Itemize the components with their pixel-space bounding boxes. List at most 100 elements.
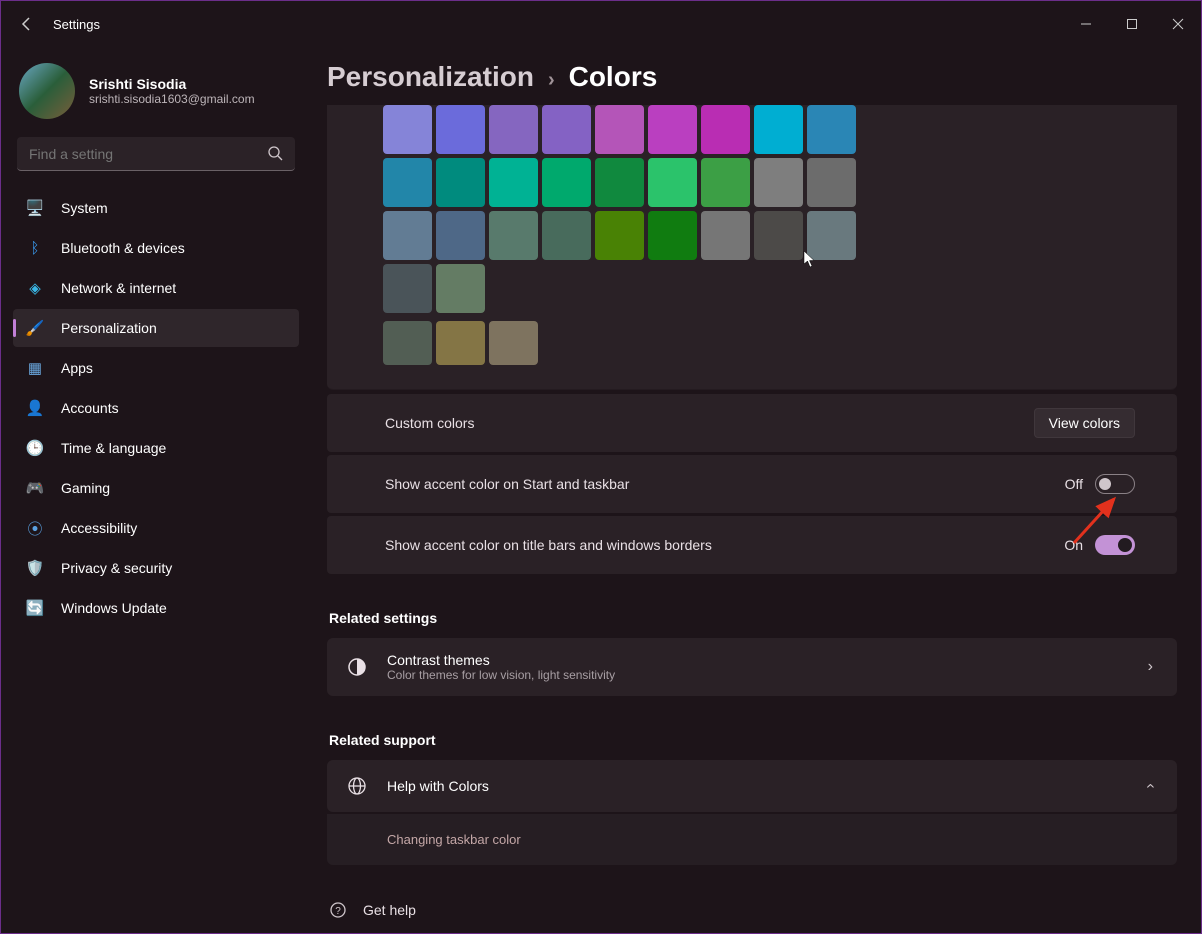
color-swatch[interactable] (489, 321, 538, 365)
color-swatch[interactable] (648, 105, 697, 154)
chevron-right-icon: › (548, 69, 555, 92)
sidebar-item-gaming[interactable]: 🎮Gaming (13, 469, 299, 507)
contrast-sub: Color themes for low vision, light sensi… (387, 668, 615, 682)
custom-colors-row: Custom colors View colors (327, 394, 1177, 452)
search-icon (267, 145, 283, 166)
color-swatch[interactable] (542, 211, 591, 260)
accent-title-row: Show accent color on title bars and wind… (327, 516, 1177, 574)
color-swatch[interactable] (436, 321, 485, 365)
display-icon: 🖥️ (25, 198, 45, 218)
accent-taskbar-row: Show accent color on Start and taskbar O… (327, 455, 1177, 513)
profile[interactable]: Srishti Sisodia srishti.sisodia1603@gmai… (13, 47, 299, 133)
sidebar-item-privacy[interactable]: 🛡️Privacy & security (13, 549, 299, 587)
contrast-icon (345, 655, 369, 679)
color-swatch[interactable] (754, 105, 803, 154)
color-swatch[interactable] (436, 158, 485, 207)
view-colors-button[interactable]: View colors (1034, 408, 1135, 438)
update-icon: 🔄 (25, 598, 45, 618)
accent-title-state: On (1064, 537, 1083, 553)
help-sub-link[interactable]: Changing taskbar color (327, 814, 1177, 865)
color-swatch[interactable] (436, 211, 485, 260)
color-swatch[interactable] (595, 211, 644, 260)
minimize-button[interactable] (1063, 8, 1109, 40)
color-swatch[interactable] (701, 105, 750, 154)
chevron-up-icon: › (1141, 783, 1159, 788)
gamepad-icon: 🎮 (25, 478, 45, 498)
color-swatch[interactable] (542, 158, 591, 207)
color-swatch[interactable] (489, 211, 538, 260)
color-swatch[interactable] (754, 211, 803, 260)
color-swatch[interactable] (383, 321, 432, 365)
shield-icon: 🛡️ (25, 558, 45, 578)
color-swatch[interactable] (807, 105, 856, 154)
sidebar: Srishti Sisodia srishti.sisodia1603@gmai… (1, 47, 311, 933)
svg-text:?: ? (335, 906, 341, 917)
help-colors-card[interactable]: Help with Colors › (327, 760, 1177, 812)
close-button[interactable] (1155, 8, 1201, 40)
back-button[interactable] (17, 14, 37, 34)
chevron-right-icon: › (1148, 658, 1153, 676)
color-swatch[interactable] (383, 264, 432, 313)
sidebar-item-time[interactable]: 🕒Time & language (13, 429, 299, 467)
accent-title-label: Show accent color on title bars and wind… (385, 537, 712, 553)
color-swatch[interactable] (383, 211, 432, 260)
contrast-title: Contrast themes (387, 652, 615, 668)
sidebar-item-system[interactable]: 🖥️System (13, 189, 299, 227)
accessibility-icon: ⦿ (25, 518, 45, 538)
color-swatch[interactable] (807, 211, 856, 260)
color-swatch[interactable] (489, 158, 538, 207)
help-colors-title: Help with Colors (387, 778, 489, 794)
bluetooth-icon: ᛒ (25, 238, 45, 258)
color-swatch[interactable] (595, 158, 644, 207)
search-box[interactable] (17, 137, 295, 171)
color-swatch[interactable] (807, 158, 856, 207)
search-input[interactable] (17, 137, 295, 171)
person-icon: 👤 (25, 398, 45, 418)
accent-taskbar-state: Off (1065, 476, 1083, 492)
clock-icon: 🕒 (25, 438, 45, 458)
color-swatch[interactable] (701, 158, 750, 207)
accent-taskbar-toggle[interactable] (1095, 474, 1135, 494)
help-icon: ? (329, 901, 347, 919)
sidebar-item-update[interactable]: 🔄Windows Update (13, 589, 299, 627)
footer-links: ? Get help Give feedback (327, 893, 1177, 933)
related-support-title: Related support (329, 732, 1177, 748)
sidebar-item-accessibility[interactable]: ⦿Accessibility (13, 509, 299, 547)
globe-icon (345, 774, 369, 798)
color-swatch[interactable] (754, 158, 803, 207)
maximize-button[interactable] (1109, 8, 1155, 40)
contrast-themes-card[interactable]: Contrast themes Color themes for low vis… (327, 638, 1177, 696)
color-swatch-grid (383, 105, 863, 365)
app-title: Settings (53, 17, 100, 32)
color-swatch[interactable] (648, 158, 697, 207)
profile-email: srishti.sisodia1603@gmail.com (89, 92, 255, 106)
profile-name: Srishti Sisodia (89, 76, 255, 92)
sidebar-item-bluetooth[interactable]: ᛒBluetooth & devices (13, 229, 299, 267)
nav-list: 🖥️System ᛒBluetooth & devices ◈Network &… (13, 189, 299, 627)
color-swatch[interactable] (648, 211, 697, 260)
accent-color-panel (327, 105, 1177, 390)
color-swatch[interactable] (436, 264, 485, 313)
titlebar: Settings (1, 1, 1201, 47)
color-swatch[interactable] (436, 105, 485, 154)
color-swatch[interactable] (489, 105, 538, 154)
apps-icon: ▦ (25, 358, 45, 378)
accent-taskbar-label: Show accent color on Start and taskbar (385, 476, 629, 492)
breadcrumb: Personalization › Colors (327, 61, 1177, 93)
give-feedback-link[interactable]: Give feedback (327, 927, 1177, 933)
sidebar-item-apps[interactable]: ▦Apps (13, 349, 299, 387)
avatar (19, 63, 75, 119)
color-swatch[interactable] (595, 105, 644, 154)
sidebar-item-accounts[interactable]: 👤Accounts (13, 389, 299, 427)
sidebar-item-personalization[interactable]: 🖌️Personalization (13, 309, 299, 347)
breadcrumb-parent[interactable]: Personalization (327, 61, 534, 93)
accent-title-toggle[interactable] (1095, 535, 1135, 555)
color-swatch[interactable] (383, 105, 432, 154)
get-help-link[interactable]: ? Get help (327, 893, 1177, 927)
color-swatch[interactable] (383, 158, 432, 207)
breadcrumb-current: Colors (569, 61, 658, 93)
color-swatch[interactable] (701, 211, 750, 260)
color-swatch[interactable] (542, 105, 591, 154)
sidebar-item-network[interactable]: ◈Network & internet (13, 269, 299, 307)
main-content: Personalization › Colors Custom colors V… (311, 47, 1201, 933)
